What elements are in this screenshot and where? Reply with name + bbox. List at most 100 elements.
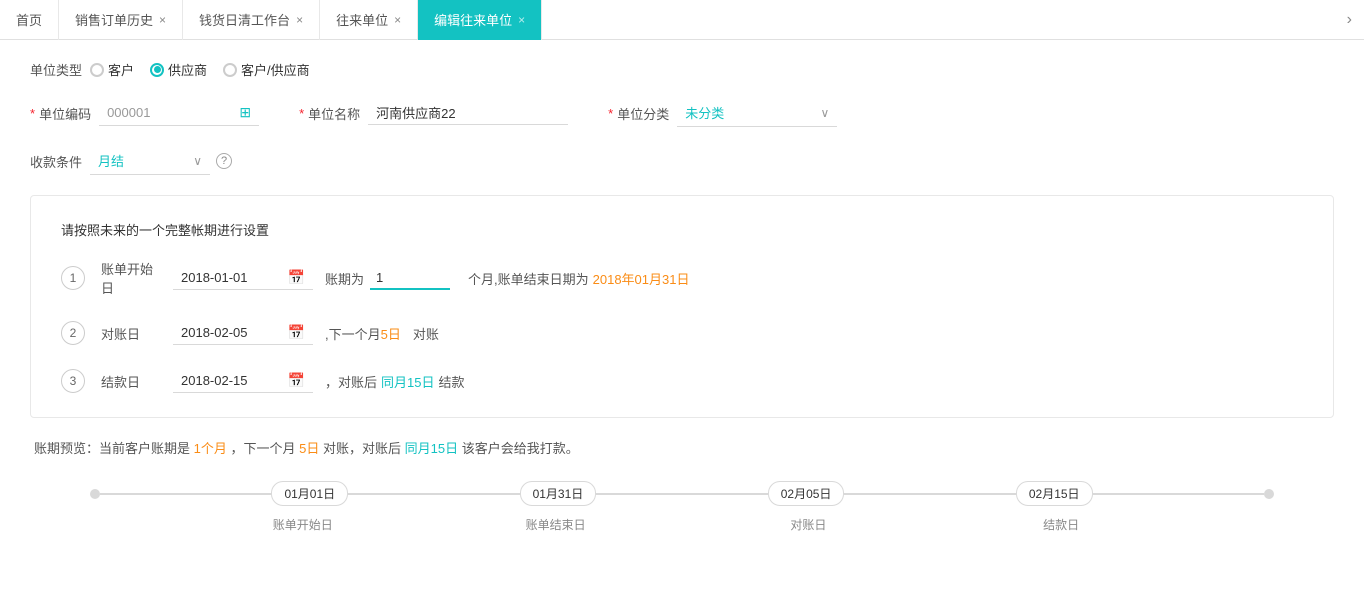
calendar-icon-3[interactable]: 📅: [288, 372, 305, 389]
unit-category-group: * 单位分类 未分类 ∨: [608, 99, 837, 127]
payment-terms-label: 收款条件: [30, 152, 82, 171]
unit-category-required: *: [608, 106, 613, 121]
payment-terms-row: 收款条件 月结 ∨ ?: [30, 147, 1334, 175]
tab-sales-history-close[interactable]: ×: [159, 13, 166, 27]
tab-cashflow-label: 钱货日清工作台: [199, 10, 290, 29]
tab-counterparty-label: 往来单位: [336, 10, 388, 29]
timeline-label-3: 对账日: [768, 510, 848, 533]
preview-suffix: 该客户会给我打款。: [462, 441, 579, 456]
timeline-label-1: 账单开始日: [263, 510, 343, 533]
timeline-label-text-4: 结款日: [1043, 516, 1079, 533]
unit-category-arrow: ∨: [820, 106, 829, 120]
unit-name-required: *: [299, 106, 304, 121]
unit-category-value: 未分类: [685, 103, 812, 122]
timeline-pill-4: 02月15日: [1016, 481, 1093, 506]
period-num-2: 2: [61, 321, 85, 345]
unit-name-label: 单位名称: [308, 104, 360, 123]
period-label-1: 账单开始日: [101, 259, 157, 297]
period-desc-1a: 账期为: [325, 269, 364, 288]
tabs-bar: 首页 销售订单历史 × 钱货日清工作台 × 往来单位 × 编辑往来单位 × ›: [0, 0, 1364, 40]
calendar-icon-2[interactable]: 📅: [288, 324, 305, 341]
payment-terms-arrow: ∨: [193, 154, 202, 168]
unit-info-row: * 单位编码 ⊞ * 单位名称 * 单位分类 未分类 ∨: [30, 99, 1334, 127]
period-desc-2b: 对账: [413, 324, 439, 343]
unit-category-dropdown[interactable]: 未分类 ∨: [677, 99, 837, 127]
unit-code-required: *: [30, 106, 35, 121]
timeline-labels-row: 账单开始日 账单结束日 对账日 结款日: [50, 506, 1314, 533]
timeline-start-dot: [90, 489, 100, 499]
tab-sales-history-label: 销售订单历史: [75, 10, 153, 29]
tab-sales-history[interactable]: 销售订单历史 ×: [59, 0, 183, 40]
period-row-3: 3 结款日 📅 ，对账后 同月15日 结款: [61, 369, 1303, 393]
tab-home[interactable]: 首页: [0, 0, 59, 40]
timeline-line-1: [100, 493, 271, 495]
period-num-3: 3: [61, 369, 85, 393]
period-num-1: 1: [61, 266, 85, 290]
tab-edit-counterparty-close[interactable]: ×: [518, 13, 525, 27]
timeline-pill-1: 01月01日: [271, 481, 348, 506]
tab-cashflow[interactable]: 钱货日清工作台 ×: [183, 0, 320, 40]
unit-code-input-wrap: ⊞: [99, 100, 259, 126]
main-content: 单位类型 客户 供应商 客户/供应商 * 单位编码 ⊞: [0, 40, 1364, 608]
period-row-1: 1 账单开始日 📅 账期为 个月,账单结束日期为 2018年01月31日: [61, 259, 1303, 297]
timeline-node-4: 02月15日: [1016, 481, 1093, 506]
timeline-label-text-3: 对账日: [790, 516, 826, 533]
payment-terms-value: 月结: [98, 151, 185, 170]
timeline-line-2: [348, 493, 519, 495]
period-desc-1b: 个月,账单结束日期为: [468, 269, 589, 288]
timeline-pill-2: 01月31日: [520, 481, 597, 506]
timeline-node-1: 01月01日: [271, 481, 348, 506]
preview-highlight-2: 5日: [299, 441, 319, 456]
timeline-pill-3: 02月05日: [768, 481, 845, 506]
period-end-date-highlight: 2018年01月31日: [593, 269, 690, 288]
preview-highlight-1: 1个月: [194, 441, 227, 456]
period-desc-2a: ,下一个月: [325, 324, 381, 343]
period-date-field-3[interactable]: [181, 373, 284, 388]
timeline-node-2: 01月31日: [520, 481, 597, 506]
unit-category-label: 单位分类: [617, 104, 669, 123]
payment-terms-dropdown[interactable]: 月结 ∨: [90, 147, 210, 175]
period-row-2: 2 对账日 📅 ,下一个月 5日 对账: [61, 321, 1303, 345]
radio-both-label: 客户/供应商: [241, 60, 310, 79]
tab-edit-counterparty-label: 编辑往来单位: [434, 10, 512, 29]
period-payment-highlight: 同月15日: [381, 372, 434, 391]
period-months-input[interactable]: [370, 267, 450, 290]
calendar-icon-1[interactable]: 📅: [288, 269, 305, 286]
payment-terms-help-icon[interactable]: ?: [216, 153, 232, 169]
preview-highlight-3: 同月15日: [405, 441, 458, 456]
tab-cashflow-close[interactable]: ×: [296, 13, 303, 27]
tab-counterparty-close[interactable]: ×: [394, 13, 401, 27]
timeline-end-dot: [1264, 489, 1274, 499]
tab-home-label: 首页: [16, 10, 42, 29]
copy-icon[interactable]: ⊞: [239, 104, 251, 121]
period-label-2: 对账日: [101, 324, 157, 343]
unit-code-input[interactable]: [107, 105, 235, 120]
timeline-label-4: 结款日: [1021, 510, 1101, 533]
radio-supplier[interactable]: 供应商: [150, 60, 207, 79]
period-desc-3b: 结款: [438, 372, 464, 391]
period-date-input-2: 📅: [173, 321, 313, 345]
period-date-field-1[interactable]: [181, 270, 284, 285]
unit-code-group: * 单位编码 ⊞: [30, 100, 259, 126]
tab-counterparty[interactable]: 往来单位 ×: [320, 0, 418, 40]
radio-supplier-circle: [150, 63, 164, 77]
tab-edit-counterparty[interactable]: 编辑往来单位 ×: [418, 0, 542, 40]
period-date-field-2[interactable]: [181, 325, 284, 340]
unit-name-group: * 单位名称: [299, 101, 568, 125]
preview-mid1: ，下一个月: [231, 441, 296, 456]
timeline-line-3: [596, 493, 767, 495]
unit-type-row: 单位类型 客户 供应商 客户/供应商: [30, 60, 1334, 79]
timeline-line-4: [844, 493, 1015, 495]
radio-supplier-label: 供应商: [168, 60, 207, 79]
unit-code-label: 单位编码: [39, 104, 91, 123]
radio-customer-label: 客户: [108, 60, 134, 79]
unit-name-input[interactable]: [368, 101, 568, 125]
tab-more-button[interactable]: ›: [1335, 11, 1364, 29]
period-label-3: 结款日: [101, 372, 157, 391]
timeline-label-2: 账单结束日: [516, 510, 596, 533]
unit-type-radio-group: 客户 供应商 客户/供应商: [90, 60, 310, 79]
radio-customer-circle: [90, 63, 104, 77]
radio-customer[interactable]: 客户: [90, 60, 134, 79]
radio-both[interactable]: 客户/供应商: [223, 60, 310, 79]
timeline-section: 01月01日 01月31日 02月05日 02月15日: [30, 481, 1334, 533]
